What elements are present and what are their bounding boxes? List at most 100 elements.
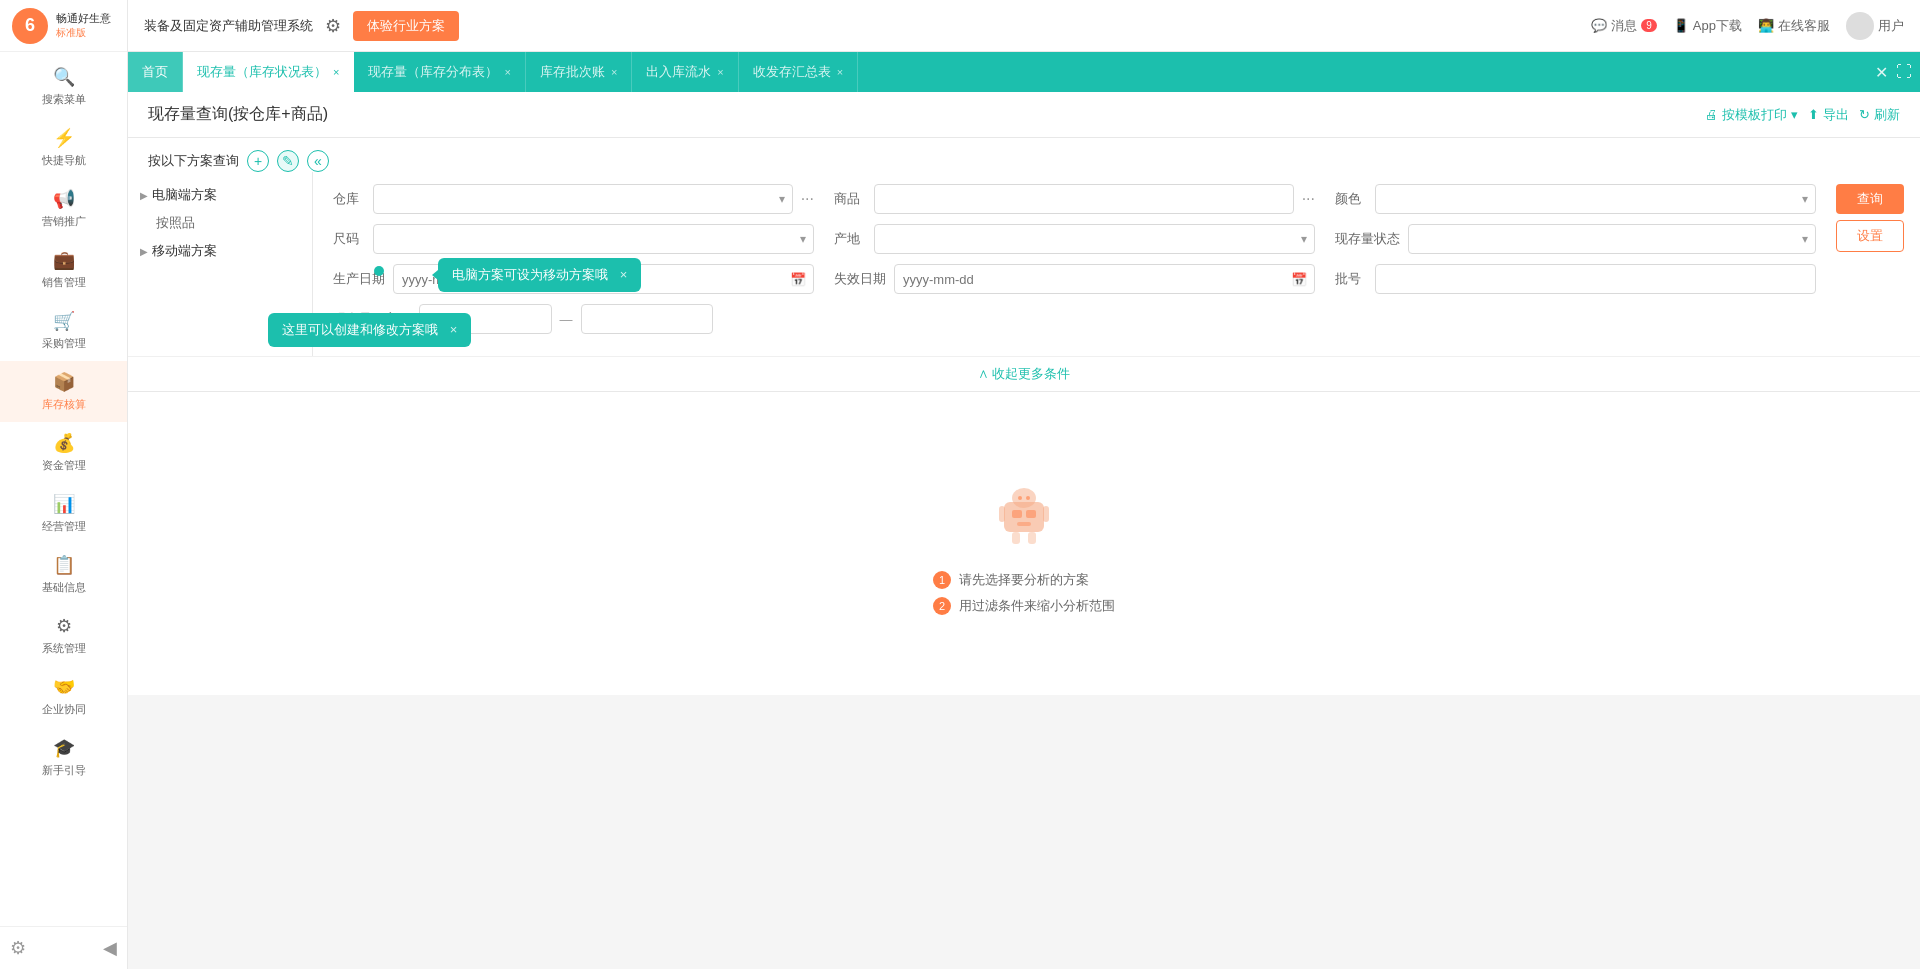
sidebar-item-inventory[interactable]: 📦 库存核算 [0,361,127,422]
tab-in-out-close[interactable]: × [717,66,723,78]
svg-rect-4 [999,506,1005,522]
tab-inventory-dist-close[interactable]: × [504,66,510,78]
print-btn[interactable]: 🖨 按模板打印 ▾ [1705,106,1798,124]
tab-inventory-status[interactable]: 现存量（库存状况表） × [183,52,354,92]
user-area[interactable]: 用户 [1846,12,1904,40]
sidebar-item-search[interactable]: 🔍 搜索菜单 [0,56,127,117]
sidebar-item-guide[interactable]: 🎓 新手引导 [0,727,127,788]
trial-btn[interactable]: 体验行业方案 [353,11,459,41]
tab-batch-close[interactable]: × [611,66,617,78]
origin-select[interactable] [874,224,1315,254]
add-scheme-btn[interactable]: + [247,150,269,172]
warehouse-more-icon[interactable]: ··· [801,190,814,208]
sidebar-item-sales[interactable]: 💼 销售管理 [0,239,127,300]
svg-point-9 [1018,496,1022,500]
operation-icon: 📊 [53,493,75,515]
logo-icon: 6 [12,8,48,44]
refresh-btn[interactable]: ↻ 刷新 [1859,106,1900,124]
pc-scheme-child-label: 按照品 [156,215,195,230]
tooltip2-close[interactable]: × [450,322,458,337]
export-btn[interactable]: ⬆ 导出 [1808,106,1849,124]
svg-point-8 [1012,488,1036,508]
sidebar-item-operation[interactable]: 📊 经营管理 [0,483,127,544]
topbar: 装备及固定资产辅助管理系统 ⚙ 体验行业方案 💬 消息 9 📱 App下载 👨‍… [128,0,1920,52]
batch-input[interactable] [1375,264,1816,294]
filter-cell-inv-status: 现存量状态 ▾ [1335,224,1816,254]
svg-rect-2 [1026,510,1036,518]
pc-scheme-child[interactable]: 按照品 [128,210,312,236]
sidebar-item-basic[interactable]: 📋 基础信息 [0,544,127,605]
logo-text-block: 畅通好生意 标准版 [56,11,111,40]
filter-cell-product: 商品 ··· [834,184,1315,214]
sidebar-item-finance[interactable]: 💰 资金管理 [0,422,127,483]
sidebar-item-purchase[interactable]: 🛒 采购管理 [0,300,127,361]
close-all-tabs-icon[interactable]: ✕ [1875,63,1888,82]
color-select[interactable] [1375,184,1816,214]
filter-cell-size: 尺码 ▾ [333,224,814,254]
pc-scheme-label: 电脑端方案 [152,186,217,204]
size-select[interactable] [373,224,814,254]
app-download-icon: 📱 [1673,18,1689,33]
collapse-bar: ∧ 收起更多条件 [128,356,1920,391]
dot-indicator [374,266,384,276]
notice-btn[interactable]: 💬 消息 9 [1591,17,1657,35]
page-title: 现存量查询(按仓库+商品) [148,104,328,125]
settings-bottom-icon[interactable]: ⚙ [10,937,26,959]
back-btn[interactable]: « [307,150,329,172]
user-label: 用户 [1878,17,1904,35]
search-btn[interactable]: 查询 [1836,184,1904,214]
collapse-icon[interactable]: ◀ [103,937,117,959]
product-input[interactable] [874,184,1294,214]
sidebar-label-system: 系统管理 [42,641,86,656]
support-icon: 👨‍💻 [1758,18,1774,33]
filter-cell-warehouse: 仓库 ▾ ··· [333,184,814,214]
exp-date-calendar-icon[interactable]: 📅 [1291,272,1307,287]
user-avatar [1846,12,1874,40]
inv-qty-max-input[interactable] [581,304,714,334]
tab-summary-close[interactable]: × [837,66,843,78]
tab-home[interactable]: 首页 [128,52,183,92]
page-header: 现存量查询(按仓库+商品) 🖨 按模板打印 ▾ ⬆ 导出 ↻ 刷新 [128,92,1920,138]
tooltip1-close[interactable]: × [620,267,628,282]
prod-date-calendar-icon[interactable]: 📅 [790,272,806,287]
tab-inventory-status-close[interactable]: × [333,66,339,78]
filter-cell-exp-date: 失效日期 📅 [834,264,1315,294]
sidebar-item-marketing[interactable]: 📢 营销推广 [0,178,127,239]
mobile-scheme-group[interactable]: ▶ 移动端方案 [128,236,312,266]
topbar-gear-icon[interactable]: ⚙ [325,15,341,37]
sidebar-label-quick: 快捷导航 [42,153,86,168]
online-support-btn[interactable]: 👨‍💻 在线客服 [1758,17,1830,35]
app-download-label: App下载 [1693,17,1742,35]
maximize-icon[interactable]: ⛶ [1896,63,1912,81]
sidebar-logo: 6 畅通好生意 标准版 [0,0,127,52]
tooltip1-text: 电脑方案可设为移动方案哦 [452,267,608,282]
sidebar-item-quick[interactable]: ⚡ 快捷导航 [0,117,127,178]
sidebar-item-system[interactable]: ⚙ 系统管理 [0,605,127,666]
tab-summary[interactable]: 收发存汇总表 × [739,52,858,92]
filter-label: 按以下方案查询 [148,152,239,170]
pc-scheme-group[interactable]: ▶ 电脑端方案 [128,180,312,210]
exp-date-input[interactable] [894,264,1315,294]
tab-inventory-dist[interactable]: 现存量（库存分布表） × [354,52,525,92]
edit-icon: ✎ [282,153,294,169]
empty-step-1: 1 请先选择要分析的方案 [933,571,1115,589]
tab-batch[interactable]: 库存批次账 × [526,52,632,92]
tooltip-pc-scheme: 电脑方案可设为移动方案哦 × [438,258,641,292]
settings-btn[interactable]: 设置 [1836,220,1904,252]
svg-point-10 [1026,496,1030,500]
warehouse-select[interactable] [373,184,793,214]
filter-cell-color: 颜色 ▾ [1335,184,1816,214]
app-download-btn[interactable]: 📱 App下载 [1673,17,1742,35]
tab-in-out[interactable]: 出入库流水 × [632,52,738,92]
origin-select-wrap: ▾ [874,224,1315,254]
collapse-btn[interactable]: ∧ 收起更多条件 [978,365,1071,383]
notice-label: 消息 [1611,17,1637,35]
back-icon: « [314,153,322,169]
product-more-icon[interactable]: ··· [1302,190,1315,208]
edit-scheme-btn[interactable]: ✎ [277,150,299,172]
marketing-icon: 📢 [53,188,75,210]
sidebar-label-operation: 经营管理 [42,519,86,534]
sidebar-item-company[interactable]: 🤝 企业协同 [0,666,127,727]
color-label: 颜色 [1335,190,1367,208]
inv-status-select[interactable] [1408,224,1816,254]
